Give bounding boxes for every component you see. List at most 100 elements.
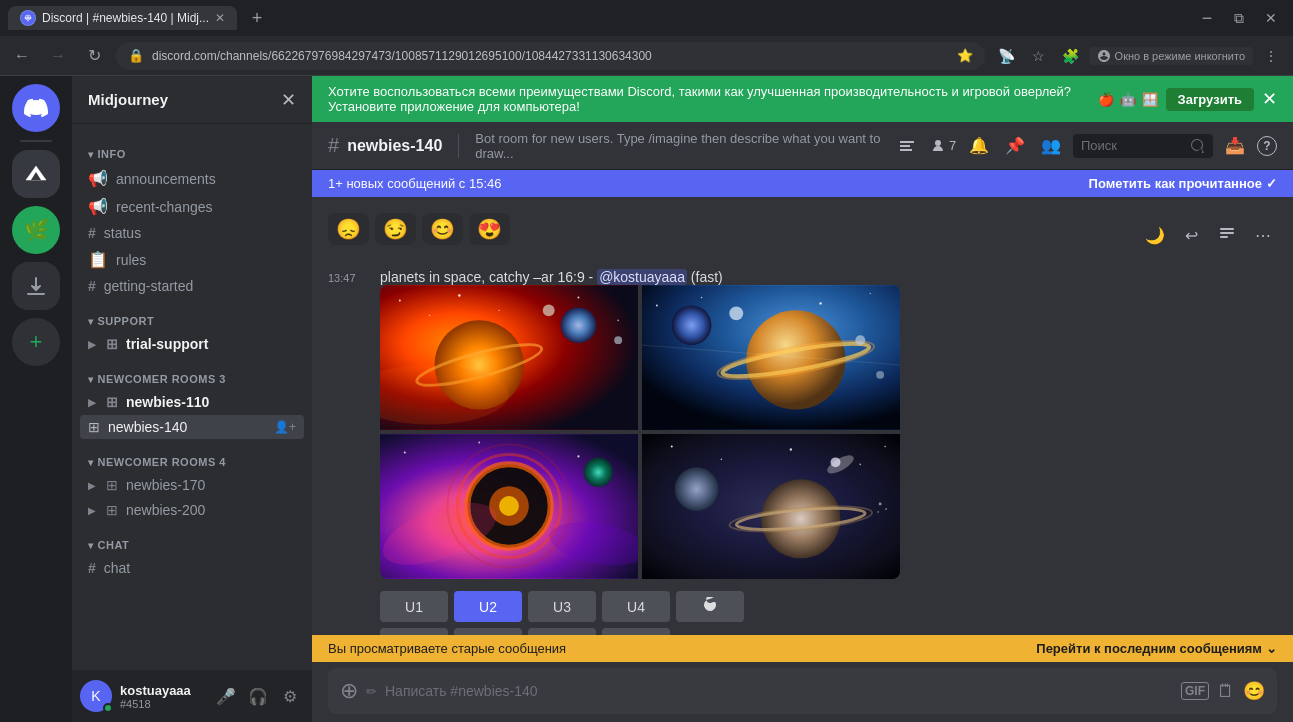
forward-btn[interactable]: → xyxy=(44,42,72,70)
message-mention[interactable]: @kostuayaaa xyxy=(597,269,687,285)
category-newcomer3[interactable]: ▾ NEWCOMER ROOMS 3 xyxy=(72,357,312,389)
user-controls: 🎤 🎧 ⚙ xyxy=(212,682,304,710)
message-time: 13:47 xyxy=(328,272,356,284)
channel-name: chat xyxy=(104,560,130,576)
banner-close-btn[interactable]: ✕ xyxy=(1262,88,1277,110)
svg-rect-3 xyxy=(1220,232,1234,234)
category-newcomer4[interactable]: ▾ NEWCOMER ROOMS 4 xyxy=(72,440,312,472)
category-arrow: ▾ xyxy=(88,149,94,160)
thread-btn[interactable] xyxy=(893,132,921,160)
u1-btn[interactable]: U1 xyxy=(380,591,448,622)
channel-name: status xyxy=(104,225,141,241)
new-messages-banner[interactable]: 1+ новых сообщений с 15:46 Пометить как … xyxy=(312,170,1293,197)
bookmark-icon[interactable]: ☆ xyxy=(1025,42,1053,70)
u2-btn[interactable]: U2 xyxy=(454,591,522,622)
expand-icon-200: ▶ xyxy=(88,505,96,516)
search-box[interactable]: Поиск xyxy=(1073,134,1213,158)
reply-btn[interactable]: ↩ xyxy=(1177,221,1205,249)
svg-rect-2 xyxy=(1220,228,1234,230)
add-server-btn[interactable]: + xyxy=(12,318,60,366)
image-cell-3[interactable] xyxy=(380,434,638,579)
add-attachment-btn[interactable]: ⊕ xyxy=(340,678,358,704)
extensions-icon[interactable]: 🧩 xyxy=(1057,42,1085,70)
category-info[interactable]: ▾ INFO xyxy=(72,132,312,164)
grid-channel-icon: ⊞ xyxy=(106,336,118,352)
active-tab[interactable]: Discord | #newbies-140 | Midj... ✕ xyxy=(8,6,237,30)
emoji-btn[interactable]: 😊 xyxy=(1243,680,1265,702)
channel-trial-support[interactable]: ▶ ⊞ trial-support xyxy=(80,332,304,356)
refresh-btn[interactable]: ↻ xyxy=(80,42,108,70)
v4-btn[interactable]: V4 xyxy=(602,628,670,635)
emoji-love[interactable]: 😍 xyxy=(469,213,510,245)
tab-close-btn[interactable]: ✕ xyxy=(215,11,225,25)
channel-getting-started[interactable]: # getting-started xyxy=(80,274,304,298)
more-btn[interactable]: ⋯ xyxy=(1249,221,1277,249)
channel-newbies-110[interactable]: ▶ ⊞ newbies-110 xyxy=(80,390,304,414)
svg-point-41 xyxy=(583,457,613,487)
gif-btn[interactable]: GIF xyxy=(1181,682,1209,700)
download-btn[interactable]: Загрузить xyxy=(1166,88,1254,111)
channel-recent-changes[interactable]: 📢 recent-changes xyxy=(80,193,304,220)
category-support[interactable]: ▾ SUPPORT xyxy=(72,299,312,331)
discord-home-btn[interactable] xyxy=(12,84,60,132)
back-btn[interactable]: ← xyxy=(8,42,36,70)
pin-btn[interactable]: 📌 xyxy=(1001,132,1029,160)
notification-btn[interactable]: 🔔 xyxy=(965,132,993,160)
close-btn[interactable]: ✕ xyxy=(1257,4,1285,32)
moon-btn[interactable]: 🌙 xyxy=(1141,221,1169,249)
channel-list: ▾ INFO 📢 announcements 📢 recent-changes … xyxy=(72,124,312,670)
u3-btn[interactable]: U3 xyxy=(528,591,596,622)
channel-rules[interactable]: 📋 rules xyxy=(80,246,304,273)
channel-newbies-140[interactable]: ⊞ newbies-140 👤+ xyxy=(80,415,304,439)
channel-announcements[interactable]: 📢 announcements xyxy=(80,165,304,192)
image-cell-4[interactable] xyxy=(642,434,900,579)
address-bar[interactable]: 🔒 discord.com/channels/66226797698429747… xyxy=(116,42,985,70)
minimize-btn[interactable]: − xyxy=(1193,4,1221,32)
members-btn[interactable]: 👥 xyxy=(1037,132,1065,160)
jump-latest-btn[interactable]: Перейти к последним сообщениям ⌄ xyxy=(1036,641,1277,656)
inbox-btn[interactable]: 📥 xyxy=(1221,132,1249,160)
new-tab-btn[interactable]: + xyxy=(243,4,271,32)
jump-latest-label: Перейти к последним сообщениям xyxy=(1036,641,1262,656)
channel-chat[interactable]: # chat xyxy=(80,556,304,580)
cast-icon[interactable]: 📡 xyxy=(993,42,1021,70)
message-content: planets in space, catchy –ar 16:9 - @kos… xyxy=(380,269,1277,635)
server-list: 🌿 + xyxy=(0,76,72,722)
channel-status[interactable]: # status xyxy=(80,221,304,245)
v1-btn[interactable]: V1 xyxy=(380,628,448,635)
help-btn[interactable]: ? xyxy=(1257,136,1277,156)
server-midjourney[interactable] xyxy=(12,150,60,198)
channel-name: rules xyxy=(116,252,146,268)
emoji-smile[interactable]: 😊 xyxy=(422,213,463,245)
emoji-smirk[interactable]: 😏 xyxy=(375,213,416,245)
channel-newbies-200[interactable]: ▶ ⊞ newbies-200 xyxy=(80,498,304,522)
search-placeholder: Поиск xyxy=(1081,138,1187,153)
channel-name: newbies-110 xyxy=(126,394,209,410)
headphone-btn[interactable]: 🎧 xyxy=(244,682,272,710)
u4-btn[interactable]: U4 xyxy=(602,591,670,622)
server-menu-icon: ✕ xyxy=(281,89,296,111)
server-header[interactable]: Midjourney ✕ xyxy=(72,76,312,124)
member-count-btn[interactable]: 7 xyxy=(929,132,957,160)
restore-btn[interactable]: ⧉ xyxy=(1225,4,1253,32)
refresh-btn[interactable] xyxy=(676,591,744,622)
v2-btn[interactable]: V2 xyxy=(454,628,522,635)
mark-read-btn[interactable]: Пометить как прочитанное ✓ xyxy=(1089,176,1277,191)
menu-btn[interactable]: ⋮ xyxy=(1257,42,1285,70)
v3-btn[interactable]: V3 xyxy=(528,628,596,635)
image-cell-1[interactable] xyxy=(380,285,638,430)
emoji-sad[interactable]: 😞 xyxy=(328,213,369,245)
svg-point-16 xyxy=(614,336,622,344)
u-buttons-row: U1 U2 U3 U4 xyxy=(380,591,1277,622)
sticker-btn[interactable]: 🗒 xyxy=(1217,681,1235,702)
settings-btn[interactable]: ⚙ xyxy=(276,682,304,710)
image-cell-2[interactable] xyxy=(642,285,900,430)
server-green[interactable]: 🌿 xyxy=(12,206,60,254)
svg-point-55 xyxy=(831,457,841,467)
mic-btn[interactable]: 🎤 xyxy=(212,682,240,710)
thread-create-btn[interactable] xyxy=(1213,221,1241,249)
channel-newbies-170[interactable]: ▶ ⊞ newbies-170 xyxy=(80,473,304,497)
message-input[interactable]: Написать #newbies-140 xyxy=(385,683,1173,699)
category-chat[interactable]: ▾ CHAT xyxy=(72,523,312,555)
server-download[interactable] xyxy=(12,262,60,310)
